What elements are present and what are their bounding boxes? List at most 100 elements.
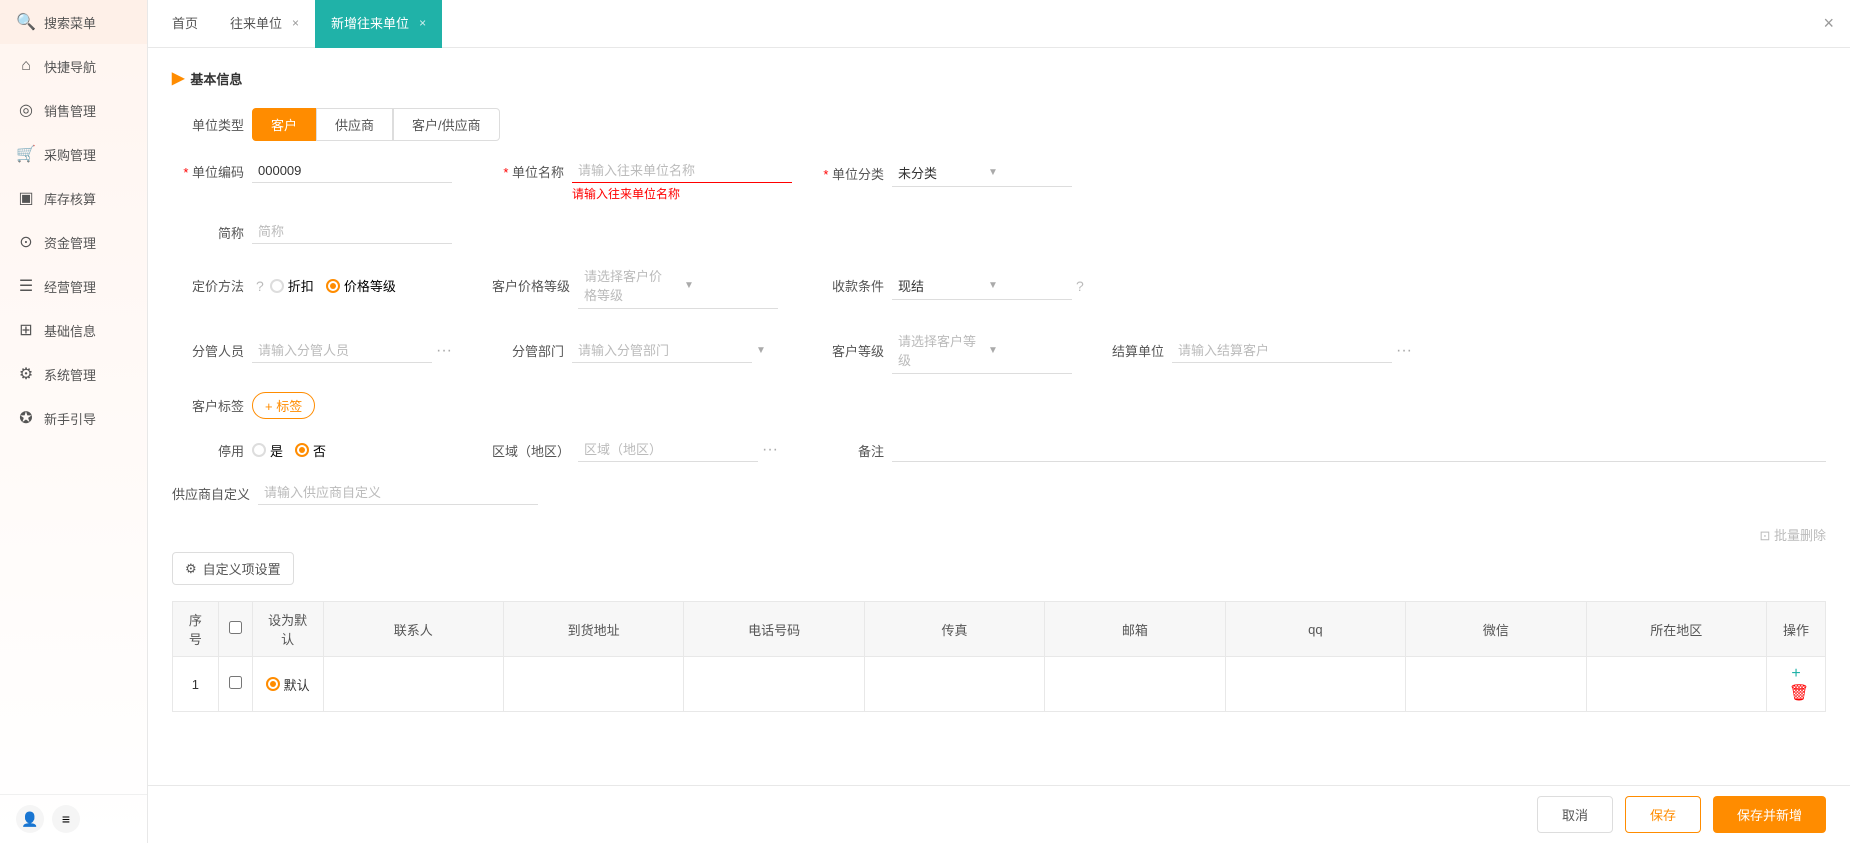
manager-more-btn[interactable]: ··· [432, 338, 456, 364]
pricing-radio-group: 折扣 价格等级 [270, 276, 396, 295]
sidebar-item-search[interactable]: 🔍 搜索菜单 [0, 0, 147, 44]
wechat-input[interactable] [1416, 677, 1575, 692]
sidebar-item-label: 基础信息 [44, 321, 96, 340]
batch-delete-btn[interactable]: ⊡ 批量删除 [172, 525, 1826, 544]
customer-tags-row: 客户标签 + 标签 [172, 392, 1826, 419]
unit-name-input[interactable] [572, 159, 792, 183]
user-avatar[interactable]: 👤 [16, 805, 44, 833]
sidebar-item-guide[interactable]: ✪ 新手引导 [0, 396, 147, 440]
type-btn-customer[interactable]: 客户 [252, 108, 316, 141]
col-region: 所在地区 [1586, 602, 1766, 657]
customer-level-select[interactable]: 请选择客户等级 ▼ [892, 327, 1072, 374]
help-icon-payment[interactable]: ? [1076, 278, 1084, 294]
sidebar-item-sales[interactable]: ◎ 销售管理 [0, 88, 147, 132]
region-more-btn[interactable]: ··· [758, 437, 782, 463]
radio-price-level[interactable]: 价格等级 [326, 276, 396, 295]
section-icon: ▶ [172, 68, 184, 88]
cancel-button[interactable]: 取消 [1537, 796, 1613, 833]
col-phone: 电话号码 [684, 602, 864, 657]
row-address[interactable] [503, 657, 683, 712]
type-btn-supplier[interactable]: 供应商 [316, 108, 393, 141]
col-seq: 序号 [173, 602, 219, 657]
row-phone[interactable] [684, 657, 864, 712]
short-name-input[interactable] [252, 220, 452, 244]
row-email[interactable] [1045, 657, 1225, 712]
close-partners-tab[interactable]: × [292, 16, 299, 30]
add-tag-button[interactable]: + 标签 [252, 392, 315, 419]
sidebar-item-inventory[interactable]: ▣ 库存核算 [0, 176, 147, 220]
unit-name-error: 请输入往来单位名称 [572, 185, 680, 202]
unit-code-input[interactable] [252, 159, 452, 183]
settlement-unit-input[interactable] [1172, 339, 1392, 363]
col-checkbox[interactable] [218, 602, 252, 657]
phone-input[interactable] [694, 677, 853, 692]
disabled-row: 停用 是 否 区域（地区） ··· [172, 437, 1826, 463]
unit-category-group: 单位分类 未分类 ▼ [812, 159, 1132, 187]
row-qq[interactable] [1225, 657, 1406, 712]
unit-name-group: 单位名称 请输入往来单位名称 [492, 159, 812, 202]
tab-bar: 首页 往来单位 × 新增往来单位 × × [148, 0, 1850, 48]
row-select-checkbox[interactable] [229, 676, 242, 689]
add-row-button[interactable]: + [1791, 665, 1800, 682]
payment-condition-select[interactable]: 现结 ▼ [892, 272, 1072, 300]
row-wechat[interactable] [1406, 657, 1586, 712]
address-input[interactable] [514, 677, 673, 692]
sidebar-item-system[interactable]: ⚙ 系统管理 [0, 352, 147, 396]
settlement-more-btn[interactable]: ··· [1392, 338, 1416, 364]
row-location[interactable] [1586, 657, 1766, 712]
tab-home[interactable]: 首页 [156, 0, 214, 48]
col-action: 操作 [1766, 602, 1825, 657]
type-btn-both[interactable]: 客户/供应商 [393, 108, 500, 141]
home-icon: ⌂ [16, 56, 36, 76]
menu-icon[interactable]: ≡ [52, 805, 80, 833]
custom-settings-button[interactable]: ⚙ 自定义项设置 [172, 552, 294, 585]
chevron-down-icon: ▼ [984, 163, 1072, 182]
radio-disabled-yes[interactable]: 是 [252, 441, 283, 460]
unit-category-label: 单位分类 [812, 164, 892, 183]
sidebar-item-quicknav[interactable]: ⌂ 快捷导航 [0, 44, 147, 88]
sales-icon: ◎ [16, 100, 36, 120]
fax-input[interactable] [875, 677, 1034, 692]
help-icon-pricing[interactable]: ? [256, 278, 264, 294]
region-input[interactable] [578, 438, 758, 462]
save-and-new-button[interactable]: 保存并新增 [1713, 796, 1826, 833]
close-all-tabs[interactable]: × [1815, 9, 1842, 38]
search-icon: 🔍 [16, 12, 36, 32]
customer-price-level-select[interactable]: 请选择客户价格等级 ▼ [578, 262, 778, 309]
department-input[interactable] [572, 339, 752, 363]
row-checkbox[interactable] [218, 657, 252, 712]
location-input[interactable] [1597, 677, 1756, 692]
email-input[interactable] [1055, 677, 1214, 692]
radio-disabled-no[interactable]: 否 [295, 441, 326, 460]
sidebar-item-basics[interactable]: ⊞ 基础信息 [0, 308, 147, 352]
unit-category-select[interactable]: 未分类 ▼ [892, 159, 1072, 187]
save-button[interactable]: 保存 [1625, 796, 1701, 833]
remark-input[interactable] [892, 438, 1826, 462]
region-label: 区域（地区） [492, 441, 578, 460]
delete-row-button[interactable]: 🗑 [1789, 685, 1809, 702]
col-qq: qq [1225, 602, 1406, 657]
supplier-custom-input[interactable] [258, 481, 538, 505]
sidebar-item-operations[interactable]: ☰ 经营管理 [0, 264, 147, 308]
col-wechat: 微信 [1406, 602, 1586, 657]
contact-input[interactable] [334, 677, 493, 692]
tab-partners[interactable]: 往来单位 × [214, 0, 315, 48]
radio-no-circle [295, 443, 309, 457]
default-radio[interactable]: 默认 [263, 675, 313, 694]
sidebar-item-purchase[interactable]: 🛒 采购管理 [0, 132, 147, 176]
tab-new-partner[interactable]: 新增往来单位 × [315, 0, 442, 48]
qq-input[interactable] [1236, 677, 1396, 692]
row-contact[interactable] [323, 657, 503, 712]
close-new-partner-tab[interactable]: × [419, 16, 426, 30]
bottom-bar: 取消 保存 保存并新增 [148, 785, 1850, 843]
manager-input[interactable] [252, 339, 432, 363]
col-contact: 联系人 [323, 602, 503, 657]
sidebar-item-label: 资金管理 [44, 233, 96, 252]
sidebar-item-finance[interactable]: ⊙ 资金管理 [0, 220, 147, 264]
row-fax[interactable] [864, 657, 1044, 712]
sidebar-bottom: 👤 ≡ [0, 794, 147, 843]
radio-discount[interactable]: 折扣 [270, 276, 314, 295]
select-all-checkbox[interactable] [229, 621, 242, 634]
unit-type-label: 单位类型 [172, 115, 252, 134]
department-select-arrow[interactable]: ▼ [752, 341, 772, 360]
